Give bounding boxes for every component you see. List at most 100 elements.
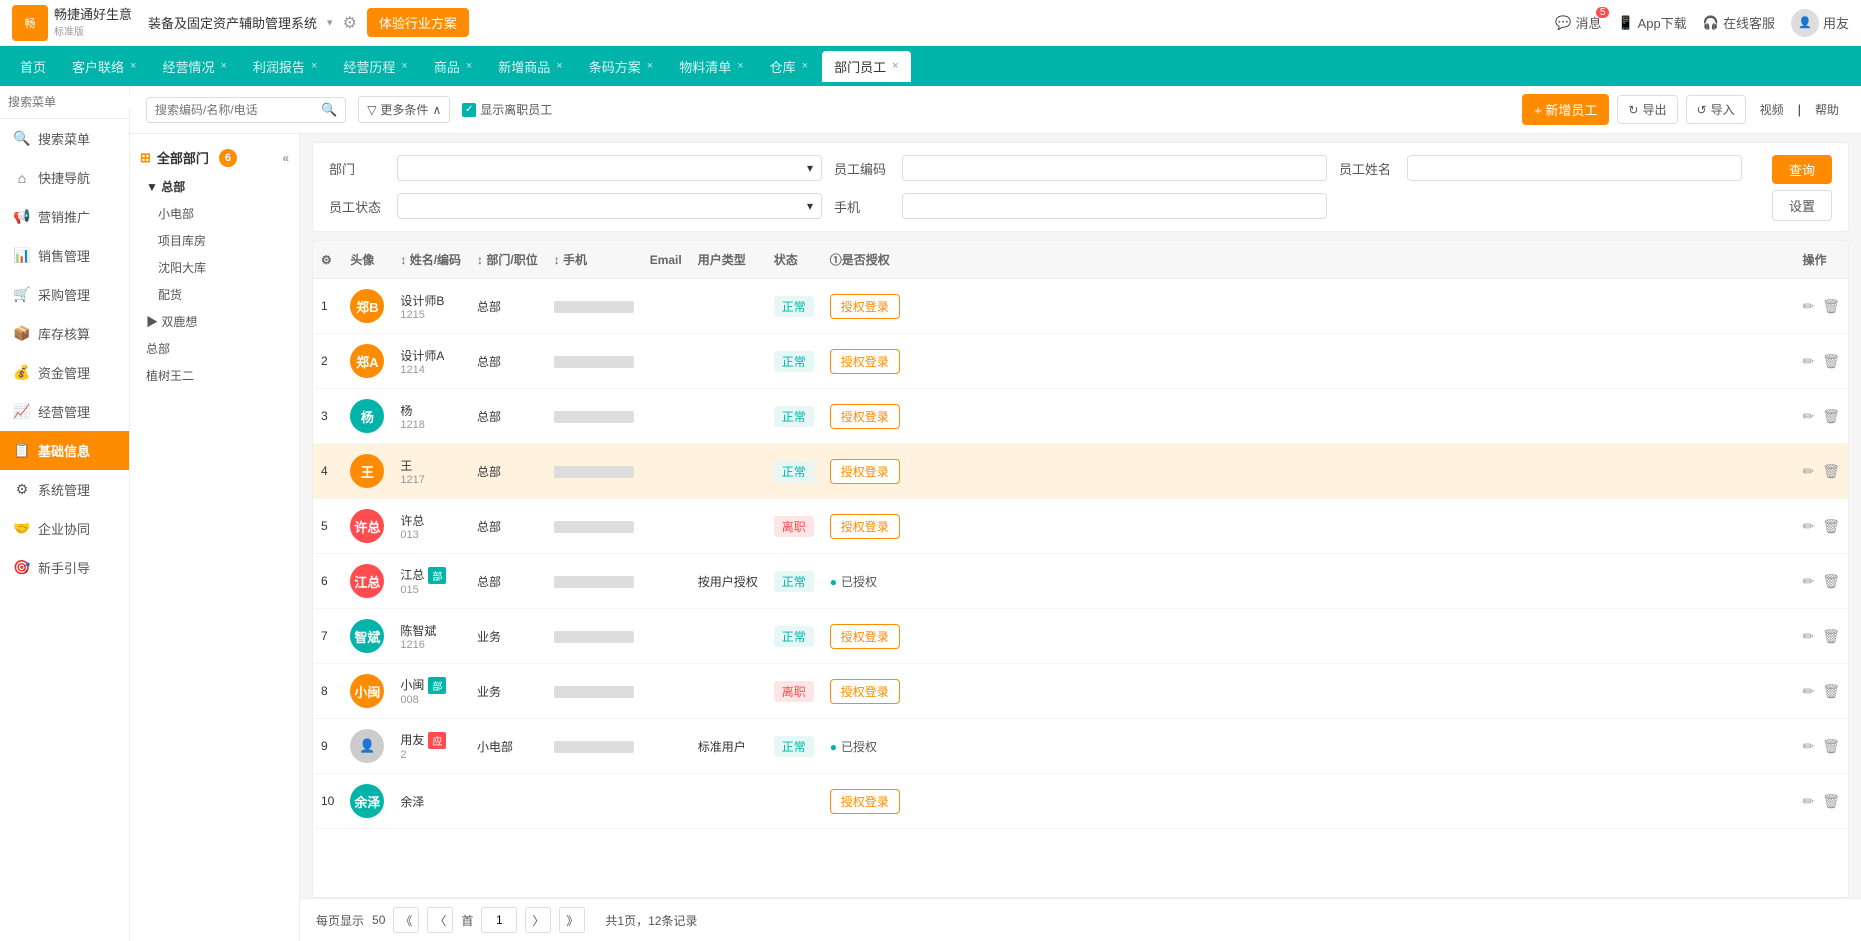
- add-employee-button[interactable]: + 新增员工: [1522, 94, 1609, 125]
- edit-icon[interactable]: ✏: [1802, 683, 1814, 700]
- first-page-button[interactable]: 《: [393, 907, 419, 933]
- dept-item-shenyang[interactable]: 沈阳大库: [130, 254, 299, 281]
- edit-icon[interactable]: ✏: [1802, 463, 1814, 480]
- export-button[interactable]: ↻ 导出: [1617, 95, 1677, 124]
- phone-input[interactable]: [902, 193, 1327, 219]
- prev-page-button[interactable]: 〈: [427, 907, 453, 933]
- system-dropdown-arrow[interactable]: ▾: [327, 16, 333, 29]
- sidebar-item-11[interactable]: 🎯新手引导: [0, 548, 129, 587]
- edit-icon[interactable]: ✏: [1802, 793, 1814, 810]
- nav-tab-客户联络[interactable]: 客户联络×: [60, 51, 148, 82]
- nav-tab-仓库[interactable]: 仓库×: [758, 51, 820, 82]
- dept-item-xiaodian[interactable]: 小电部: [130, 200, 299, 227]
- sidebar-item-4[interactable]: 🛒采购管理: [0, 275, 129, 314]
- search-box[interactable]: 🔍: [146, 97, 346, 123]
- delete-icon[interactable]: 🗑: [1822, 353, 1840, 370]
- edit-icon[interactable]: ✏: [1802, 408, 1814, 425]
- edit-icon[interactable]: ✏: [1802, 298, 1814, 315]
- col-name[interactable]: ↕ 姓名/编码: [392, 241, 469, 279]
- edit-icon[interactable]: ✏: [1802, 573, 1814, 590]
- dept-item-peihuo[interactable]: 配货: [130, 281, 299, 308]
- next-page-button[interactable]: 〉: [525, 907, 551, 933]
- sidebar-item-9[interactable]: ⚙系统管理: [0, 470, 129, 509]
- tab-close-icon[interactable]: ×: [647, 60, 653, 72]
- delete-icon[interactable]: 🗑: [1822, 518, 1840, 535]
- sidebar-item-6[interactable]: 💰资金管理: [0, 353, 129, 392]
- help-button[interactable]: 帮助: [1809, 97, 1845, 122]
- reset-button[interactable]: 设置: [1772, 190, 1832, 221]
- nav-tab-经营历程[interactable]: 经营历程×: [331, 51, 419, 82]
- message-button[interactable]: 💬 消息 5: [1555, 13, 1601, 32]
- sidebar-item-0[interactable]: 🔍搜索菜单: [0, 119, 129, 158]
- sidebar-item-2[interactable]: 📢营销推广: [0, 197, 129, 236]
- tab-close-icon[interactable]: ×: [737, 60, 743, 72]
- last-page-button[interactable]: 》: [559, 907, 585, 933]
- app-download-button[interactable]: 📱 App下载: [1617, 13, 1686, 32]
- dept-item-zongbu2[interactable]: 总部: [130, 335, 299, 362]
- auth-button[interactable]: 授权登录: [830, 459, 900, 484]
- nav-tab-部门员工[interactable]: 部门员工×: [822, 51, 910, 82]
- sidebar-item-1[interactable]: ⌂快捷导航: [0, 158, 129, 197]
- nav-tab-新增商品[interactable]: 新增商品×: [486, 51, 574, 82]
- edit-icon[interactable]: ✏: [1802, 353, 1814, 370]
- col-phone[interactable]: ↕ 手机: [546, 241, 642, 279]
- sidebar-item-3[interactable]: 📊销售管理: [0, 236, 129, 275]
- col-settings[interactable]: ⚙: [313, 241, 342, 279]
- view-button[interactable]: 视频: [1754, 97, 1790, 122]
- auth-button[interactable]: 授权登录: [830, 294, 900, 319]
- delete-icon[interactable]: 🗑: [1822, 573, 1840, 590]
- auth-button[interactable]: 授权登录: [830, 624, 900, 649]
- nav-tab-物料清单[interactable]: 物料清单×: [667, 51, 755, 82]
- delete-icon[interactable]: 🗑: [1822, 298, 1840, 315]
- search-input-main[interactable]: [155, 103, 315, 117]
- sidebar-item-5[interactable]: 📦库存核算: [0, 314, 129, 353]
- delete-icon[interactable]: 🗑: [1822, 628, 1840, 645]
- dept-panel-header[interactable]: ⊞ 全部部门 6 «: [130, 142, 299, 173]
- sidebar-search[interactable]: 🔍: [0, 86, 129, 119]
- dept-item-zhishu[interactable]: 植树王二: [130, 362, 299, 389]
- tab-close-icon[interactable]: ×: [892, 60, 898, 72]
- gear-icon[interactable]: ⚙: [343, 13, 357, 33]
- auth-button[interactable]: 授权登录: [830, 789, 900, 814]
- col-dept[interactable]: ↕ 部门/职位: [469, 241, 546, 279]
- trial-button[interactable]: 体验行业方案: [367, 8, 469, 37]
- edit-icon[interactable]: ✏: [1802, 518, 1814, 535]
- auth-button[interactable]: 授权登录: [830, 404, 900, 429]
- emp-code-input[interactable]: [902, 155, 1327, 181]
- nav-tab-商品[interactable]: 商品×: [422, 51, 484, 82]
- edit-icon[interactable]: ✏: [1802, 738, 1814, 755]
- dept-collapse-icon[interactable]: «: [282, 151, 289, 165]
- tab-close-icon[interactable]: ×: [311, 60, 317, 72]
- emp-status-select[interactable]: ▾: [397, 193, 822, 219]
- tab-close-icon[interactable]: ×: [556, 60, 562, 72]
- tab-close-icon[interactable]: ×: [466, 60, 472, 72]
- dept-select[interactable]: ▾: [397, 155, 822, 181]
- auth-button[interactable]: 授权登录: [830, 349, 900, 374]
- tab-close-icon[interactable]: ×: [401, 60, 407, 72]
- delete-icon[interactable]: 🗑: [1822, 793, 1840, 810]
- more-conditions-button[interactable]: ▽ 更多条件 ∧: [358, 96, 450, 123]
- tab-close-icon[interactable]: ×: [220, 60, 226, 72]
- sidebar-item-8[interactable]: 📋基础信息: [0, 431, 129, 470]
- auth-button[interactable]: 授权登录: [830, 679, 900, 704]
- show-resigned-toggle[interactable]: ✓ 显示离职员工: [462, 101, 552, 118]
- delete-icon[interactable]: 🗑: [1822, 463, 1840, 480]
- online-service-button[interactable]: 🎧 在线客服: [1703, 13, 1775, 32]
- sidebar-item-10[interactable]: 🤝企业协同: [0, 509, 129, 548]
- tab-close-icon[interactable]: ×: [130, 60, 136, 72]
- user-menu[interactable]: 👤 用友: [1791, 9, 1849, 37]
- nav-tab-利润报告[interactable]: 利润报告×: [241, 51, 329, 82]
- edit-icon[interactable]: ✏: [1802, 628, 1814, 645]
- auth-button[interactable]: 授权登录: [830, 514, 900, 539]
- emp-name-input[interactable]: [1407, 155, 1742, 181]
- dept-item-xianmu[interactable]: 项目库房: [130, 227, 299, 254]
- nav-tab-条码方案[interactable]: 条码方案×: [577, 51, 665, 82]
- tab-close-icon[interactable]: ×: [802, 60, 808, 72]
- import-button[interactable]: ↺ 导入: [1686, 95, 1746, 124]
- delete-icon[interactable]: 🗑: [1822, 408, 1840, 425]
- sidebar-item-7[interactable]: 📈经营管理: [0, 392, 129, 431]
- delete-icon[interactable]: 🗑: [1822, 683, 1840, 700]
- delete-icon[interactable]: 🗑: [1822, 738, 1840, 755]
- nav-tab-经营情况[interactable]: 经营情况×: [150, 51, 238, 82]
- dept-item-shuangluxiang[interactable]: ▶ 双鹿想: [130, 308, 299, 335]
